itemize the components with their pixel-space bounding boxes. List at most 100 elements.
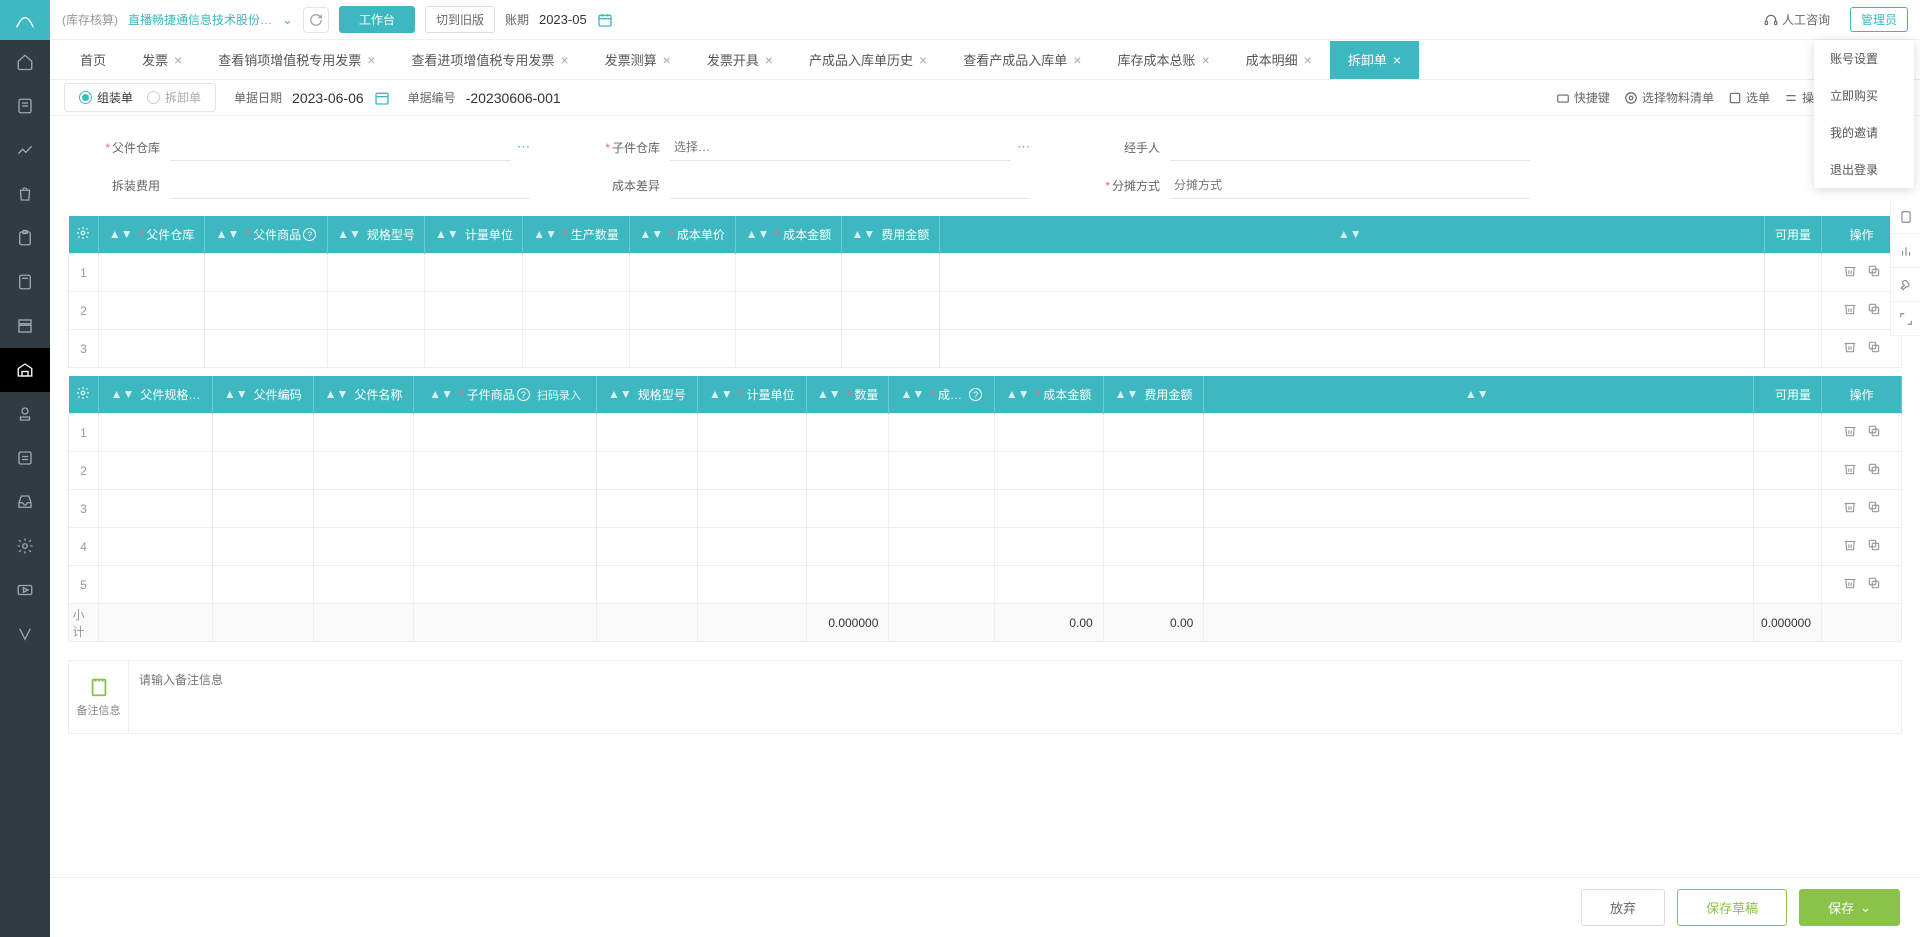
support-link[interactable]: 人工咨询 <box>1764 11 1830 28</box>
doc-date-value[interactable]: 2023-06-06 <box>292 90 364 106</box>
handler-input[interactable] <box>1170 133 1530 161</box>
row-delete-icon[interactable] <box>1843 576 1857 593</box>
tab-close-icon[interactable]: × <box>1304 52 1312 68</box>
calendar-icon[interactable] <box>597 12 613 28</box>
nav-inbox-icon[interactable] <box>0 480 50 524</box>
dropdown-logout[interactable]: 退出登录 <box>1814 151 1914 188</box>
tool-wrench-icon[interactable] <box>1891 268 1920 302</box>
cost-diff-input[interactable] <box>670 171 1030 199</box>
scan-link[interactable]: 扫码录入 <box>537 387 581 403</box>
row-copy-icon[interactable] <box>1867 576 1881 593</box>
tab-item[interactable]: 成本明细× <box>1228 41 1330 79</box>
remarks-input[interactable] <box>129 661 1901 733</box>
org-caret-icon[interactable]: ⌄ <box>282 12 293 28</box>
table-row[interactable]: 4 <box>69 528 1902 566</box>
table-row[interactable]: 5 <box>69 566 1902 604</box>
tab-close-icon[interactable]: × <box>174 52 182 68</box>
nav-doc-icon[interactable] <box>0 84 50 128</box>
tab-item[interactable]: 查看产成品入库单× <box>945 41 1099 79</box>
nav-calc-icon[interactable] <box>0 260 50 304</box>
row-copy-icon[interactable] <box>1867 424 1881 441</box>
period-value[interactable]: 2023-05 <box>539 12 587 27</box>
tab-close-icon[interactable]: × <box>1393 52 1401 68</box>
tab-close-icon[interactable]: × <box>560 52 568 68</box>
refresh-button[interactable] <box>303 7 329 33</box>
doc-date-calendar-icon[interactable] <box>374 90 390 106</box>
table-row[interactable]: 3 <box>69 490 1902 528</box>
nav-gear-icon[interactable] <box>0 524 50 568</box>
tab-close-icon[interactable]: × <box>1201 52 1209 68</box>
table-row[interactable]: 2 <box>69 292 1902 330</box>
tab-close-icon[interactable]: × <box>765 52 773 68</box>
row-delete-icon[interactable] <box>1843 302 1857 319</box>
save-button[interactable]: 保存⌄ <box>1799 889 1900 926</box>
tab-item[interactable]: 查看销项增值税专用发票× <box>200 41 393 79</box>
save-draft-button[interactable]: 保存草稿 <box>1677 889 1787 926</box>
tool-expand-icon[interactable] <box>1891 302 1920 336</box>
org-name[interactable]: 直播畅捷通信息技术股份… <box>128 11 272 28</box>
fee-input[interactable] <box>170 171 530 199</box>
action-select-order[interactable]: 选单 <box>1728 89 1770 106</box>
table-row[interactable]: 1 <box>69 254 1902 292</box>
row-delete-icon[interactable] <box>1843 462 1857 479</box>
help-icon-2[interactable]: ? <box>517 388 530 401</box>
table-row[interactable]: 1 <box>69 414 1902 452</box>
row-delete-icon[interactable] <box>1843 424 1857 441</box>
abandon-button[interactable]: 放弃 <box>1581 889 1665 926</box>
tab-close-icon[interactable]: × <box>919 52 927 68</box>
dropdown-buy[interactable]: 立即购买 <box>1814 77 1914 114</box>
nav-clipboard-icon[interactable] <box>0 216 50 260</box>
tool-chart-icon[interactable] <box>1891 234 1920 268</box>
tab-item[interactable]: 发票× <box>124 41 200 79</box>
nav-video-icon[interactable] <box>0 568 50 612</box>
table-row[interactable]: 3 <box>69 330 1902 368</box>
action-shortcut[interactable]: 快捷键 <box>1556 89 1610 106</box>
row-copy-icon[interactable] <box>1867 538 1881 555</box>
row-copy-icon[interactable] <box>1867 462 1881 479</box>
help-icon[interactable]: ? <box>303 228 316 241</box>
tab-close-icon[interactable]: × <box>1073 52 1081 68</box>
nav-stamp-icon[interactable] <box>0 392 50 436</box>
nav-home-icon[interactable] <box>0 40 50 84</box>
nav-transfer-icon[interactable] <box>0 436 50 480</box>
row-delete-icon[interactable] <box>1843 500 1857 517</box>
tab-item[interactable]: 产成品入库单历史× <box>791 41 945 79</box>
tab-item[interactable]: 发票测算× <box>587 41 689 79</box>
child-warehouse-input[interactable] <box>670 133 1011 161</box>
admin-button[interactable]: 管理员 <box>1850 7 1908 32</box>
logo-icon[interactable] <box>0 0 50 40</box>
switch-old-button[interactable]: 切到旧版 <box>425 6 495 33</box>
tab-item[interactable]: 首页 <box>62 41 124 79</box>
doc-no-value[interactable]: -20230606-001 <box>466 90 561 106</box>
th-gear[interactable] <box>69 216 99 254</box>
parent-wh-more-icon[interactable]: ⋯ <box>517 139 530 155</box>
dropdown-account[interactable]: 账号设置 <box>1814 40 1914 77</box>
dropdown-invite[interactable]: 我的邀请 <box>1814 114 1914 151</box>
nav-chart-icon[interactable] <box>0 128 50 172</box>
parent-warehouse-input[interactable] <box>170 133 511 161</box>
table-row[interactable]: 2 <box>69 452 1902 490</box>
row-copy-icon[interactable] <box>1867 340 1881 357</box>
row-delete-icon[interactable] <box>1843 264 1857 281</box>
radio-disassemble[interactable]: 拆卸单 <box>147 89 201 106</box>
alloc-input[interactable] <box>1170 171 1530 199</box>
th-gear-2[interactable] <box>69 376 99 414</box>
child-wh-more-icon[interactable]: ⋯ <box>1017 139 1030 155</box>
row-copy-icon[interactable] <box>1867 500 1881 517</box>
row-delete-icon[interactable] <box>1843 340 1857 357</box>
tab-item[interactable]: 库存成本总账× <box>1099 41 1227 79</box>
tab-item[interactable]: 发票开具× <box>689 41 791 79</box>
nav-v-icon[interactable] <box>0 612 50 656</box>
nav-bag-icon[interactable] <box>0 172 50 216</box>
tab-close-icon[interactable]: × <box>367 52 375 68</box>
radio-assemble[interactable]: 组装单 <box>79 89 133 106</box>
nav-warehouse-icon[interactable] <box>0 348 50 392</box>
row-delete-icon[interactable] <box>1843 538 1857 555</box>
workbench-button[interactable]: 工作台 <box>339 6 415 33</box>
tool-note-icon[interactable] <box>1891 200 1920 234</box>
row-copy-icon[interactable] <box>1867 302 1881 319</box>
help-icon-3[interactable]: ? <box>969 388 982 401</box>
nav-archive-icon[interactable] <box>0 304 50 348</box>
tab-item[interactable]: 查看进项增值税专用发票× <box>393 41 586 79</box>
tab-item[interactable]: 拆卸单× <box>1330 41 1419 79</box>
